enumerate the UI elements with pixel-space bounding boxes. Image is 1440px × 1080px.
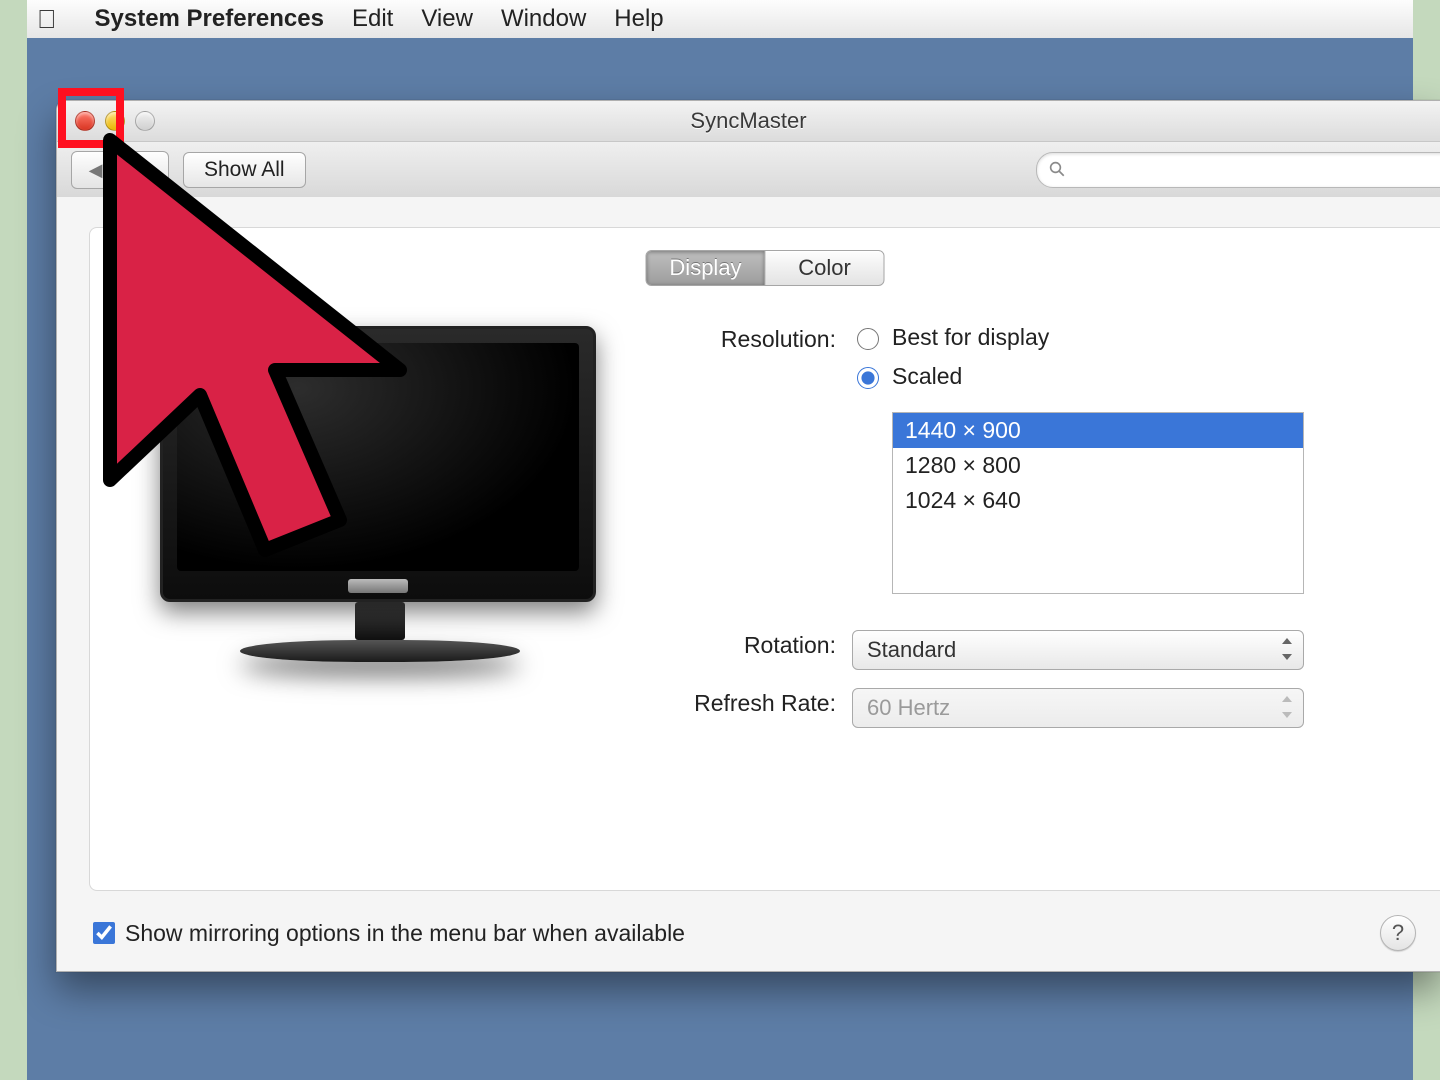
display-settings-panel: Display Color Resolution: Best for displ… (89, 227, 1440, 891)
display-preferences-window: SyncMaster ◀ ▶ Show All Display Color (56, 100, 1440, 972)
menu-app-name[interactable]: System Preferences (95, 5, 324, 33)
show-all-button[interactable]: Show All (183, 152, 306, 188)
menu-help[interactable]: Help (614, 5, 663, 33)
window-toolbar: ◀ ▶ Show All (57, 142, 1440, 199)
resolution-option-0[interactable]: 1440 × 900 (893, 413, 1303, 448)
resolution-best-label: Best for display (892, 324, 1049, 351)
resolution-option-2[interactable]: 1024 × 640 (893, 483, 1303, 518)
back-button[interactable]: ◀ (72, 152, 120, 188)
apple-menu-icon[interactable]:  (37, 4, 57, 35)
window-title: SyncMaster (57, 108, 1440, 134)
menu-bar:  System Preferences Edit View Window He… (27, 0, 1413, 39)
refresh-rate-select: 60 Hertz (852, 688, 1304, 728)
monitor-illustration (160, 326, 600, 666)
resolution-option-1[interactable]: 1280 × 800 (893, 448, 1303, 483)
tab-color[interactable]: Color (766, 251, 884, 285)
forward-button[interactable]: ▶ (120, 152, 168, 188)
menu-edit[interactable]: Edit (352, 5, 393, 33)
help-button[interactable]: ? (1380, 915, 1416, 951)
menu-window[interactable]: Window (501, 5, 586, 33)
dropdown-arrows-icon (1280, 636, 1294, 662)
search-icon (1048, 160, 1066, 183)
refresh-label: Refresh Rate: (660, 688, 836, 717)
resolution-list[interactable]: 1440 × 900 1280 × 800 1024 × 640 (892, 412, 1304, 594)
tab-display[interactable]: Display (647, 251, 766, 285)
dropdown-arrows-icon (1280, 694, 1294, 720)
nav-back-forward: ◀ ▶ (71, 151, 169, 189)
mirroring-label: Show mirroring options in the menu bar w… (125, 920, 685, 947)
rotation-value: Standard (867, 637, 956, 663)
menu-view[interactable]: View (421, 5, 473, 33)
rotation-select[interactable]: Standard (852, 630, 1304, 670)
search-field-wrap (1036, 152, 1426, 188)
resolution-best-option[interactable]: Best for display (852, 324, 1304, 351)
refresh-value: 60 Hertz (867, 695, 950, 721)
resolution-scaled-option[interactable]: Scaled (852, 363, 1304, 390)
resolution-best-radio[interactable] (857, 328, 879, 350)
mirroring-checkbox[interactable] (93, 922, 115, 944)
search-input[interactable] (1036, 152, 1440, 188)
resolution-scaled-label: Scaled (892, 363, 962, 390)
resolution-label: Resolution: (660, 324, 836, 353)
rotation-label: Rotation: (660, 630, 836, 659)
resolution-scaled-radio[interactable] (857, 367, 879, 389)
display-tabs: Display Color (646, 250, 885, 286)
window-titlebar[interactable]: SyncMaster (57, 101, 1440, 142)
